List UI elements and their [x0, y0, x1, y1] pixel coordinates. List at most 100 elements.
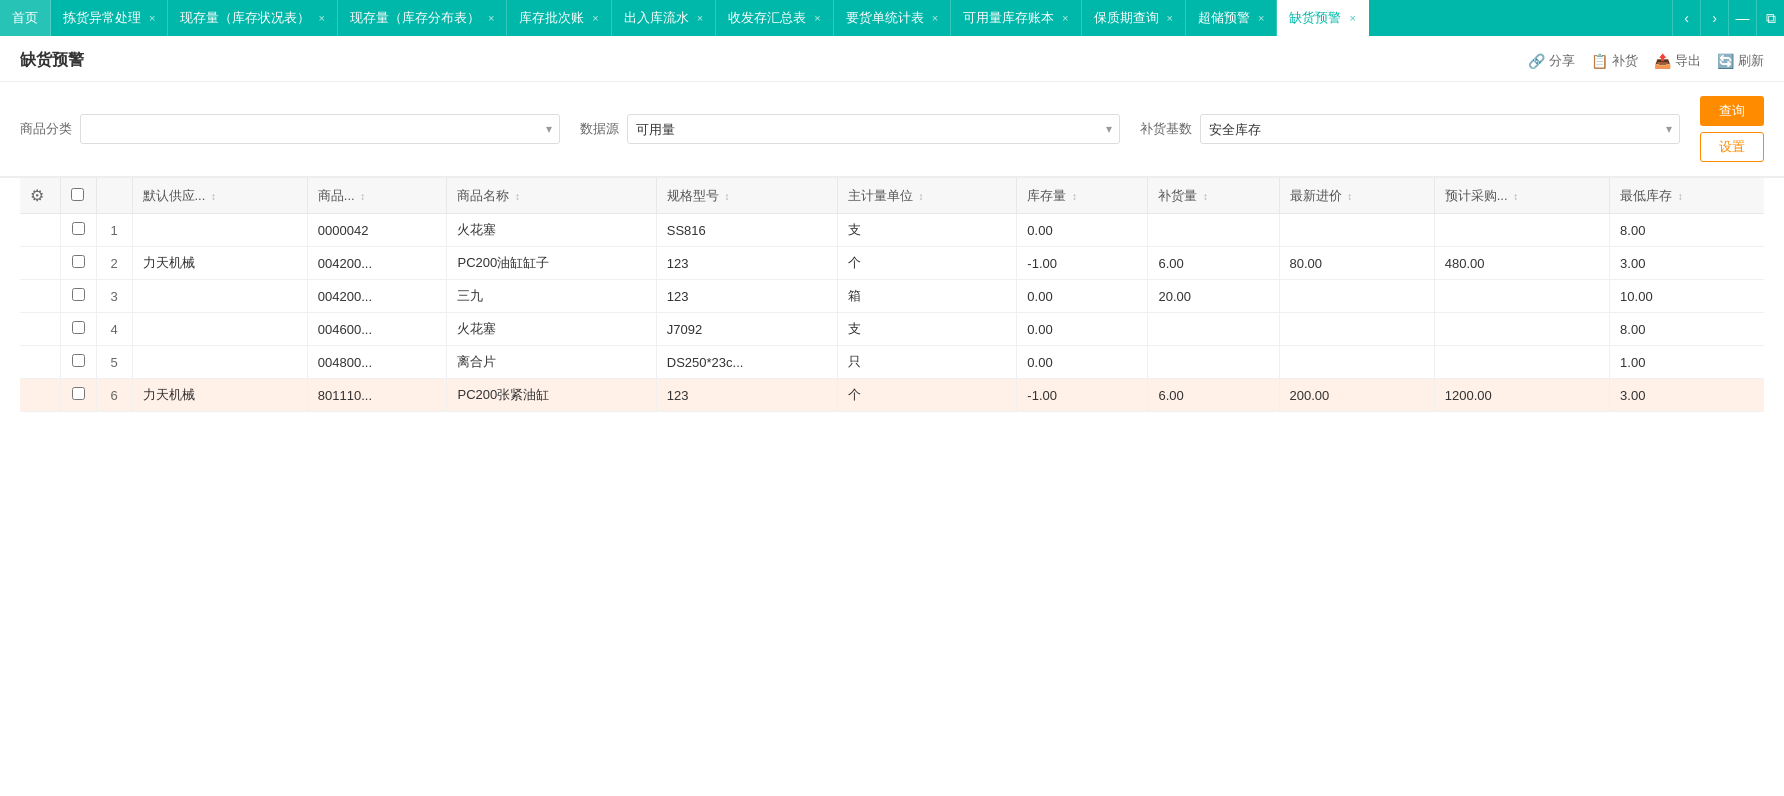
- tab-inventory-status[interactable]: 现存量（库存状况表） ×: [168, 0, 337, 36]
- row-product-code-1: 0000042: [307, 214, 447, 247]
- settings-button[interactable]: 设置: [1700, 132, 1764, 162]
- row-min-stock-3: 10.00: [1610, 280, 1764, 313]
- col-product-code-label: 商品...: [318, 188, 355, 203]
- row-stock-3: 0.00: [1017, 280, 1148, 313]
- row-latest-price-3: [1279, 280, 1434, 313]
- row-product-name-1: 火花塞: [447, 214, 656, 247]
- tab-available[interactable]: 可用量库存账本 ×: [951, 0, 1081, 36]
- col-unit-sort-icon[interactable]: ↕: [919, 191, 924, 202]
- replenish-select-wrapper: 安全库存 最低库存 最高库存 ▾: [1200, 114, 1680, 144]
- row-num-1: 1: [96, 214, 132, 247]
- tab-flow-close[interactable]: ×: [697, 12, 703, 24]
- col-stock-sort-icon[interactable]: ↕: [1072, 191, 1077, 202]
- tab-inventory-dist[interactable]: 现存量（库存分布表） ×: [338, 0, 507, 36]
- tab-inventory-dist-label: 现存量（库存分布表）: [350, 9, 480, 27]
- col-product-name-sort-icon[interactable]: ↕: [515, 191, 520, 202]
- col-estimated-purchase-sort-icon[interactable]: ↕: [1513, 191, 1518, 202]
- nav-minimize-btn[interactable]: —: [1728, 0, 1756, 36]
- refresh-btn[interactable]: 🔄 刷新: [1717, 52, 1764, 70]
- row-latest-price-5: [1279, 346, 1434, 379]
- row-product-code-3: 004200...: [307, 280, 447, 313]
- tab-batch[interactable]: 库存批次账 ×: [507, 0, 611, 36]
- row-product-code-6: 801110...: [307, 379, 447, 412]
- row-checkbox-5[interactable]: [72, 354, 85, 367]
- replenish-select[interactable]: 安全库存 最低库存 最高库存: [1200, 114, 1680, 144]
- tab-overstock[interactable]: 超储预警 ×: [1186, 0, 1277, 36]
- datasource-select[interactable]: 可用量 库存量: [627, 114, 1120, 144]
- row-checkbox-4[interactable]: [72, 321, 85, 334]
- tab-flow[interactable]: 出入库流水 ×: [612, 0, 716, 36]
- col-estimated-purchase-label: 预计采购...: [1445, 188, 1508, 203]
- row-latest-price-4: [1279, 313, 1434, 346]
- col-supplier-sort-icon[interactable]: ↕: [211, 191, 216, 202]
- filter-actions: 查询 设置: [1700, 96, 1764, 162]
- col-latest-price: 最新进价 ↕: [1279, 178, 1434, 214]
- tab-shortage-close[interactable]: ×: [1349, 12, 1355, 24]
- tab-inventory-status-close[interactable]: ×: [318, 12, 324, 24]
- datasource-filter-label: 数据源: [580, 120, 619, 138]
- export-label: 导出: [1675, 52, 1701, 70]
- category-select[interactable]: [80, 114, 560, 144]
- tab-pick-exception[interactable]: 拣货异常处理 ×: [51, 0, 168, 36]
- row-estimated-purchase-4: [1434, 313, 1609, 346]
- tab-requisition-close[interactable]: ×: [932, 12, 938, 24]
- col-supplement-sort-icon[interactable]: ↕: [1203, 191, 1208, 202]
- row-checkbox-3[interactable]: [72, 288, 85, 301]
- tab-shortage[interactable]: 缺货预警 ×: [1277, 0, 1368, 36]
- table-body: 1 0000042 火花塞 SS816 支 0.00 8.00 2 力天机械 0…: [20, 214, 1764, 412]
- select-all-checkbox[interactable]: [71, 188, 84, 201]
- row-checkbox-6[interactable]: [72, 387, 85, 400]
- query-button[interactable]: 查询: [1700, 96, 1764, 126]
- col-latest-price-sort-icon[interactable]: ↕: [1347, 191, 1352, 202]
- row-checkbox-cell: [60, 247, 96, 280]
- row-stock-6: -1.00: [1017, 379, 1148, 412]
- nav-next-btn[interactable]: ›: [1700, 0, 1728, 36]
- export-btn[interactable]: 📤 导出: [1654, 52, 1701, 70]
- col-product-code-sort-icon[interactable]: ↕: [360, 191, 365, 202]
- col-spec-sort-icon[interactable]: ↕: [724, 191, 729, 202]
- row-product-name-4: 火花塞: [447, 313, 656, 346]
- table-row: 3 004200... 三九 123 箱 0.00 20.00 10.00: [20, 280, 1764, 313]
- nav-restore-btn[interactable]: ⧉: [1756, 0, 1784, 36]
- row-checkbox-cell: [60, 313, 96, 346]
- tab-inventory-dist-close[interactable]: ×: [488, 12, 494, 24]
- row-stock-1: 0.00: [1017, 214, 1148, 247]
- row-checkbox-1[interactable]: [72, 222, 85, 235]
- tab-overstock-close[interactable]: ×: [1258, 12, 1264, 24]
- row-estimated-purchase-2: 480.00: [1434, 247, 1609, 280]
- tab-available-close[interactable]: ×: [1062, 12, 1068, 24]
- tab-home-label: 首页: [12, 9, 38, 27]
- column-settings-icon[interactable]: ⚙: [30, 186, 44, 205]
- table-header-row: ⚙ 默认供应... ↕ 商品... ↕ 商品名称: [20, 178, 1764, 214]
- row-checkbox-2[interactable]: [72, 255, 85, 268]
- col-spec-label: 规格型号: [667, 188, 719, 203]
- row-min-stock-2: 3.00: [1610, 247, 1764, 280]
- tab-summary-close[interactable]: ×: [814, 12, 820, 24]
- tab-expiry-close[interactable]: ×: [1167, 12, 1173, 24]
- supplement-btn[interactable]: 📋 补货: [1591, 52, 1638, 70]
- row-product-code-5: 004800...: [307, 346, 447, 379]
- tab-expiry-label: 保质期查询: [1094, 9, 1159, 27]
- row-supplier-6: 力天机械: [132, 379, 307, 412]
- row-spec-6: 123: [656, 379, 837, 412]
- tab-batch-close[interactable]: ×: [592, 12, 598, 24]
- row-unit-6: 个: [837, 379, 1016, 412]
- tab-expiry[interactable]: 保质期查询 ×: [1082, 0, 1186, 36]
- tab-summary[interactable]: 收发存汇总表 ×: [716, 0, 833, 36]
- tab-home[interactable]: 首页: [0, 0, 51, 36]
- tab-pick-exception-close[interactable]: ×: [149, 12, 155, 24]
- table-row: 4 004600... 火花塞 J7092 支 0.00 8.00: [20, 313, 1764, 346]
- row-checkbox-cell: [60, 379, 96, 412]
- tab-requisition[interactable]: 要货单统计表 ×: [834, 0, 951, 36]
- row-unit-3: 箱: [837, 280, 1016, 313]
- table-row: 5 004800... 离合片 DS250*23c... 只 0.00 1.00: [20, 346, 1764, 379]
- row-estimated-purchase-6: 1200.00: [1434, 379, 1609, 412]
- row-estimated-purchase-1: [1434, 214, 1609, 247]
- row-supplier-4: [132, 313, 307, 346]
- row-checkbox-cell: [60, 346, 96, 379]
- share-btn[interactable]: 🔗 分享: [1528, 52, 1575, 70]
- nav-prev-btn[interactable]: ‹: [1672, 0, 1700, 36]
- col-min-stock-sort-icon[interactable]: ↕: [1678, 191, 1683, 202]
- header-actions: 🔗 分享 📋 补货 📤 导出 🔄 刷新: [1528, 52, 1764, 70]
- row-unit-1: 支: [837, 214, 1016, 247]
